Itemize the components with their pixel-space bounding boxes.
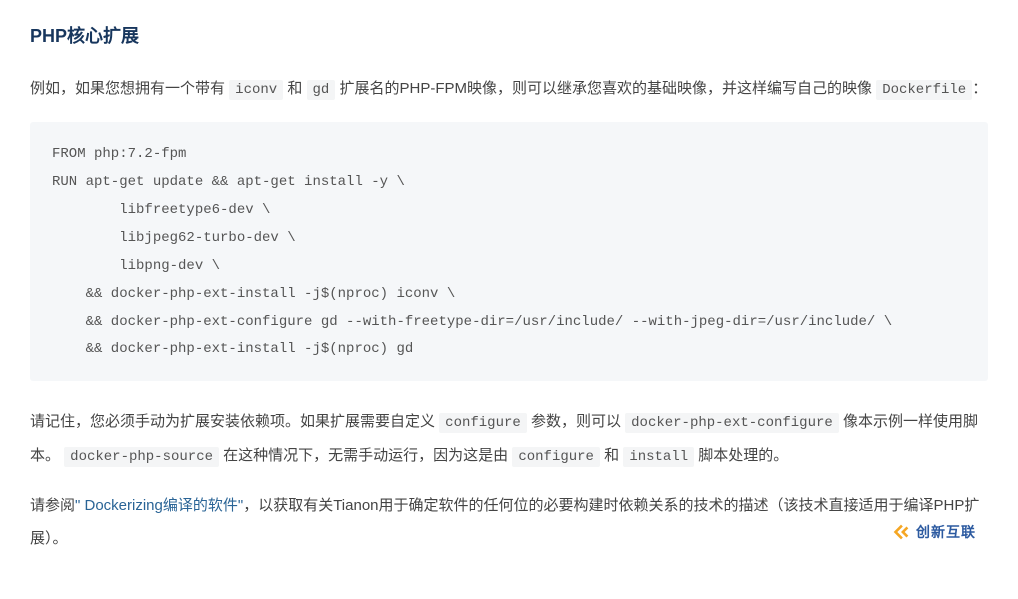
logo-text: 创新互联 — [916, 520, 976, 545]
text: 和 — [600, 447, 623, 464]
text: 请记住，您必须手动为扩展安装依赖项。如果扩展需要自定义 — [30, 413, 439, 430]
brand-logo: 创新互联 — [890, 520, 976, 545]
text: 扩展名的PHP-FPM映像，则可以继承您喜欢的基础映像，并这样编写自己的映像 — [335, 80, 876, 97]
text: 请参阅 — [30, 497, 75, 514]
inline-code-configure: configure — [439, 413, 527, 433]
inline-code-dockerfile: Dockerfile — [876, 80, 972, 100]
text: 脚本处理的。 — [694, 447, 788, 464]
logo-icon — [890, 521, 912, 543]
text: 在这种情况下，无需手动运行，因为这是由 — [219, 447, 512, 464]
article-body: PHP核心扩展 例如，如果您想拥有一个带有 iconv 和 gd 扩展名的PHP… — [30, 20, 988, 555]
section-heading: PHP核心扩展 — [30, 20, 988, 52]
paragraph-3: 请参阅" Dockerizing编译的软件"，以获取有关Tianon用于确定软件… — [30, 489, 988, 555]
dockerizing-link[interactable]: " Dockerizing编译的软件" — [75, 497, 243, 514]
inline-code-install: install — [623, 447, 694, 467]
dockerfile-code: FROM php:7.2-fpm RUN apt-get update && a… — [52, 146, 892, 357]
inline-code-ext-configure: docker-php-ext-configure — [625, 413, 839, 433]
inline-code-iconv: iconv — [229, 80, 283, 100]
inline-code-gd: gd — [307, 80, 336, 100]
inline-code-configure2: configure — [512, 447, 600, 467]
inline-code-php-source: docker-php-source — [64, 447, 219, 467]
dockerfile-codeblock: FROM php:7.2-fpm RUN apt-get update && a… — [30, 122, 988, 381]
text: 参数，则可以 — [527, 413, 625, 430]
paragraph-2: 请记住，您必须手动为扩展安装依赖项。如果扩展需要自定义 configure 参数… — [30, 405, 988, 473]
text: ： — [972, 80, 987, 97]
text: 例如，如果您想拥有一个带有 — [30, 80, 229, 97]
text: 和 — [283, 80, 306, 97]
paragraph-1: 例如，如果您想拥有一个带有 iconv 和 gd 扩展名的PHP-FPM映像，则… — [30, 72, 988, 106]
